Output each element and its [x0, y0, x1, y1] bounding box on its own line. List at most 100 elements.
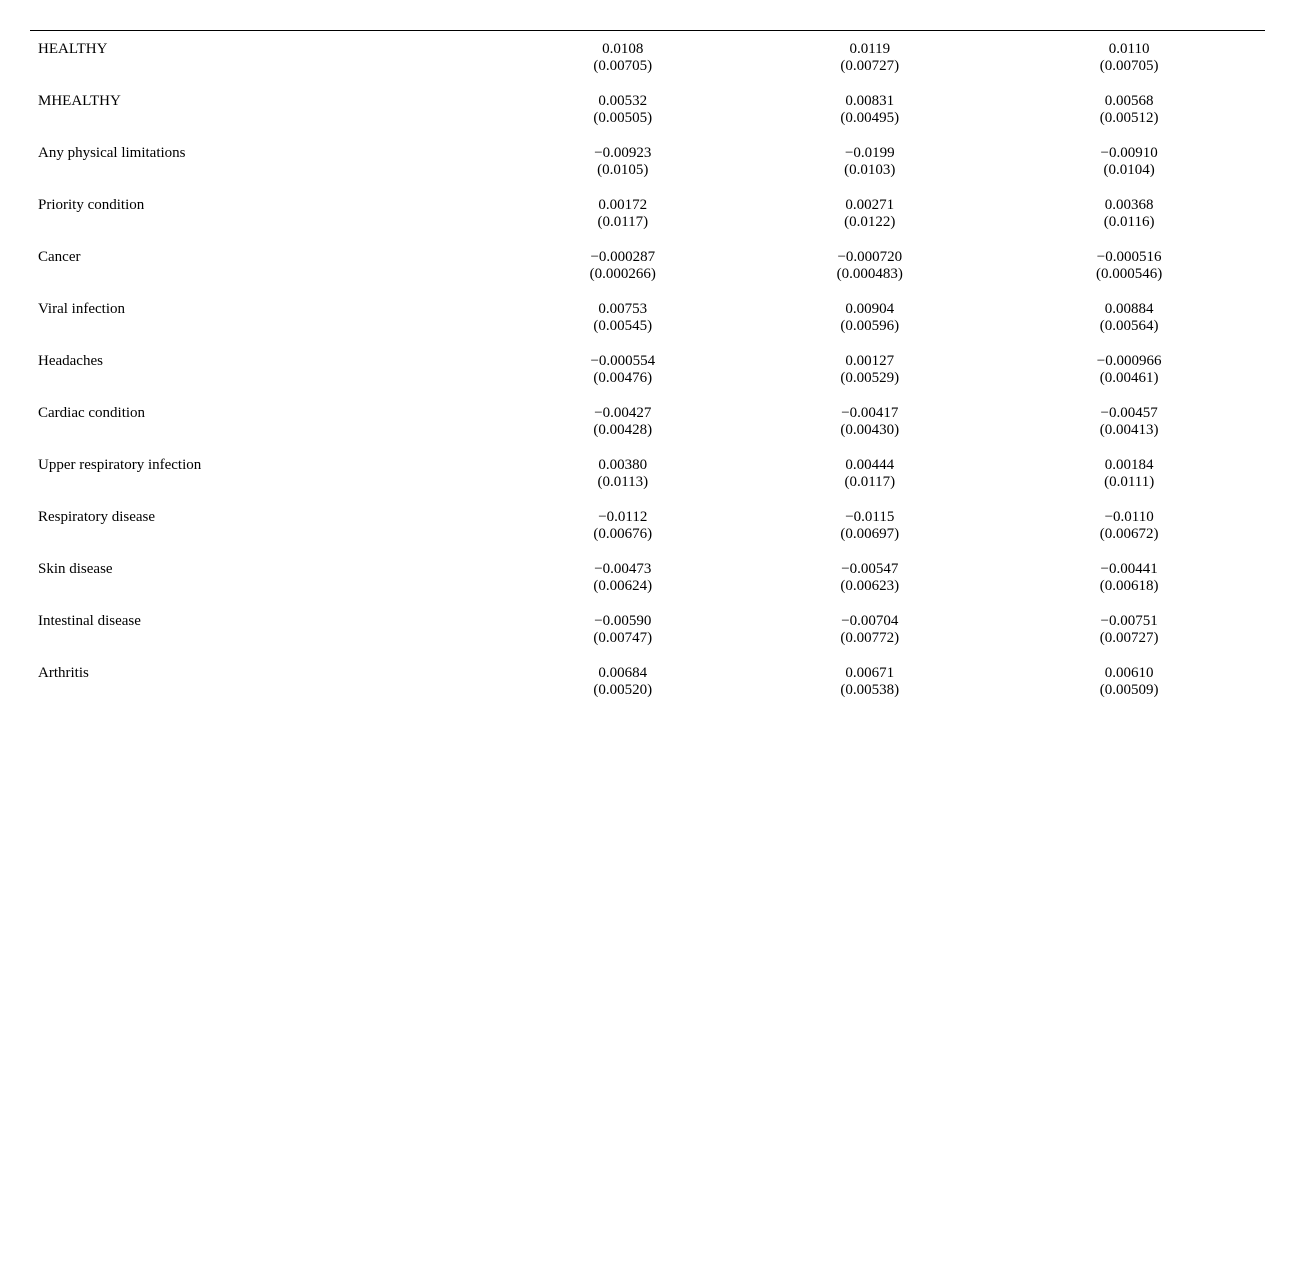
- row-label: Cancer: [30, 239, 499, 266]
- row-label: Cardiac condition: [30, 395, 499, 422]
- se-value-col2: (0.00495): [746, 110, 993, 135]
- table-row: MHEALTHY0.005320.008310.00568: [30, 83, 1265, 110]
- row-label: Respiratory disease: [30, 499, 499, 526]
- se-value-col3: (0.00512): [993, 110, 1265, 135]
- se-label-empty: [30, 370, 499, 395]
- row-label: Priority condition: [30, 187, 499, 214]
- row-value-col1: −0.00427: [499, 395, 746, 422]
- se-value-col1: (0.00545): [499, 318, 746, 343]
- row-value-col3: −0.0110: [993, 499, 1265, 526]
- se-value-col1: (0.0105): [499, 162, 746, 187]
- se-value-col1: (0.00505): [499, 110, 746, 135]
- se-value-col2: (0.00772): [746, 630, 993, 655]
- row-value-col1: 0.00684: [499, 655, 746, 682]
- row-value-col2: 0.00904: [746, 291, 993, 318]
- row-value-col3: 0.00568: [993, 83, 1265, 110]
- table-row: Skin disease−0.00473−0.00547−0.00441: [30, 551, 1265, 578]
- se-value-col2: (0.0122): [746, 214, 993, 239]
- row-value-col1: 0.00380: [499, 447, 746, 474]
- row-label: Skin disease: [30, 551, 499, 578]
- se-value-col3: (0.00564): [993, 318, 1265, 343]
- se-value-col1: (0.00747): [499, 630, 746, 655]
- se-value-col1: (0.00476): [499, 370, 746, 395]
- se-value-col2: (0.00697): [746, 526, 993, 551]
- table-row: Any physical limitations−0.00923−0.0199−…: [30, 135, 1265, 162]
- se-label-empty: [30, 162, 499, 187]
- se-value-col2: (0.0103): [746, 162, 993, 187]
- se-label-empty: [30, 422, 499, 447]
- se-label-empty: [30, 578, 499, 603]
- se-row: (0.00705)(0.00727)(0.00705): [30, 58, 1265, 83]
- se-value-col2: (0.00596): [746, 318, 993, 343]
- se-value-col3: (0.00618): [993, 578, 1265, 603]
- row-label: Arthritis: [30, 655, 499, 682]
- se-value-col2: (0.00727): [746, 58, 993, 83]
- row-value-col2: 0.00444: [746, 447, 993, 474]
- se-row: (0.00747)(0.00772)(0.00727): [30, 630, 1265, 655]
- row-value-col2: −0.0115: [746, 499, 993, 526]
- table-row: Arthritis0.006840.006710.00610: [30, 655, 1265, 682]
- se-row: (0.00476)(0.00529)(0.00461): [30, 370, 1265, 395]
- se-row: (0.0113)(0.0117)(0.0111): [30, 474, 1265, 499]
- row-value-col3: −0.000516: [993, 239, 1265, 266]
- se-label-empty: [30, 214, 499, 239]
- se-value-col1: (0.00428): [499, 422, 746, 447]
- se-value-col1: (0.00520): [499, 682, 746, 707]
- row-value-col3: −0.00910: [993, 135, 1265, 162]
- se-row: (0.00624)(0.00623)(0.00618): [30, 578, 1265, 603]
- row-value-col3: −0.00441: [993, 551, 1265, 578]
- row-value-col1: 0.0108: [499, 31, 746, 58]
- se-label-empty: [30, 110, 499, 135]
- row-value-col3: −0.00457: [993, 395, 1265, 422]
- se-value-col3: (0.000546): [993, 266, 1265, 291]
- table-row: Priority condition0.001720.002710.00368: [30, 187, 1265, 214]
- row-value-col1: −0.000287: [499, 239, 746, 266]
- se-value-col1: (0.0117): [499, 214, 746, 239]
- se-label-empty: [30, 630, 499, 655]
- row-value-col3: 0.00884: [993, 291, 1265, 318]
- row-value-col1: −0.00473: [499, 551, 746, 578]
- row-value-col1: 0.00532: [499, 83, 746, 110]
- table-row: Cancer−0.000287−0.000720−0.000516: [30, 239, 1265, 266]
- table-row: Upper respiratory infection0.003800.0044…: [30, 447, 1265, 474]
- se-label-empty: [30, 318, 499, 343]
- se-row: (0.00505)(0.00495)(0.00512): [30, 110, 1265, 135]
- se-value-col3: (0.0104): [993, 162, 1265, 187]
- row-value-col2: 0.00127: [746, 343, 993, 370]
- row-value-col2: 0.00831: [746, 83, 993, 110]
- row-value-col1: −0.00923: [499, 135, 746, 162]
- se-label-empty: [30, 266, 499, 291]
- row-value-col2: −0.00417: [746, 395, 993, 422]
- se-value-col2: (0.0117): [746, 474, 993, 499]
- se-row: (0.0105)(0.0103)(0.0104): [30, 162, 1265, 187]
- row-value-col3: 0.00610: [993, 655, 1265, 682]
- row-value-col2: −0.000720: [746, 239, 993, 266]
- row-label: Any physical limitations: [30, 135, 499, 162]
- se-value-col1: (0.00705): [499, 58, 746, 83]
- se-row: (0.00428)(0.00430)(0.00413): [30, 422, 1265, 447]
- se-value-col1: (0.00676): [499, 526, 746, 551]
- se-value-col3: (0.00705): [993, 58, 1265, 83]
- se-row: (0.00676)(0.00697)(0.00672): [30, 526, 1265, 551]
- row-value-col1: 0.00753: [499, 291, 746, 318]
- row-value-col2: 0.00671: [746, 655, 993, 682]
- se-value-col2: (0.00529): [746, 370, 993, 395]
- se-value-col1: (0.0113): [499, 474, 746, 499]
- row-value-col3: 0.00184: [993, 447, 1265, 474]
- se-row: (0.00545)(0.00596)(0.00564): [30, 318, 1265, 343]
- table-row: Headaches−0.0005540.00127−0.000966: [30, 343, 1265, 370]
- se-value-col3: (0.00509): [993, 682, 1265, 707]
- row-value-col1: −0.000554: [499, 343, 746, 370]
- table-container: HEALTHY0.01080.01190.0110(0.00705)(0.007…: [30, 20, 1265, 707]
- row-value-col2: −0.00547: [746, 551, 993, 578]
- se-label-empty: [30, 682, 499, 707]
- row-label: Headaches: [30, 343, 499, 370]
- row-value-col3: −0.000966: [993, 343, 1265, 370]
- row-value-col2: −0.00704: [746, 603, 993, 630]
- se-row: (0.00520)(0.00538)(0.00509): [30, 682, 1265, 707]
- table-row: Respiratory disease−0.0112−0.0115−0.0110: [30, 499, 1265, 526]
- row-value-col3: −0.00751: [993, 603, 1265, 630]
- se-row: (0.000266)(0.000483)(0.000546): [30, 266, 1265, 291]
- table-row: Viral infection0.007530.009040.00884: [30, 291, 1265, 318]
- se-value-col3: (0.0111): [993, 474, 1265, 499]
